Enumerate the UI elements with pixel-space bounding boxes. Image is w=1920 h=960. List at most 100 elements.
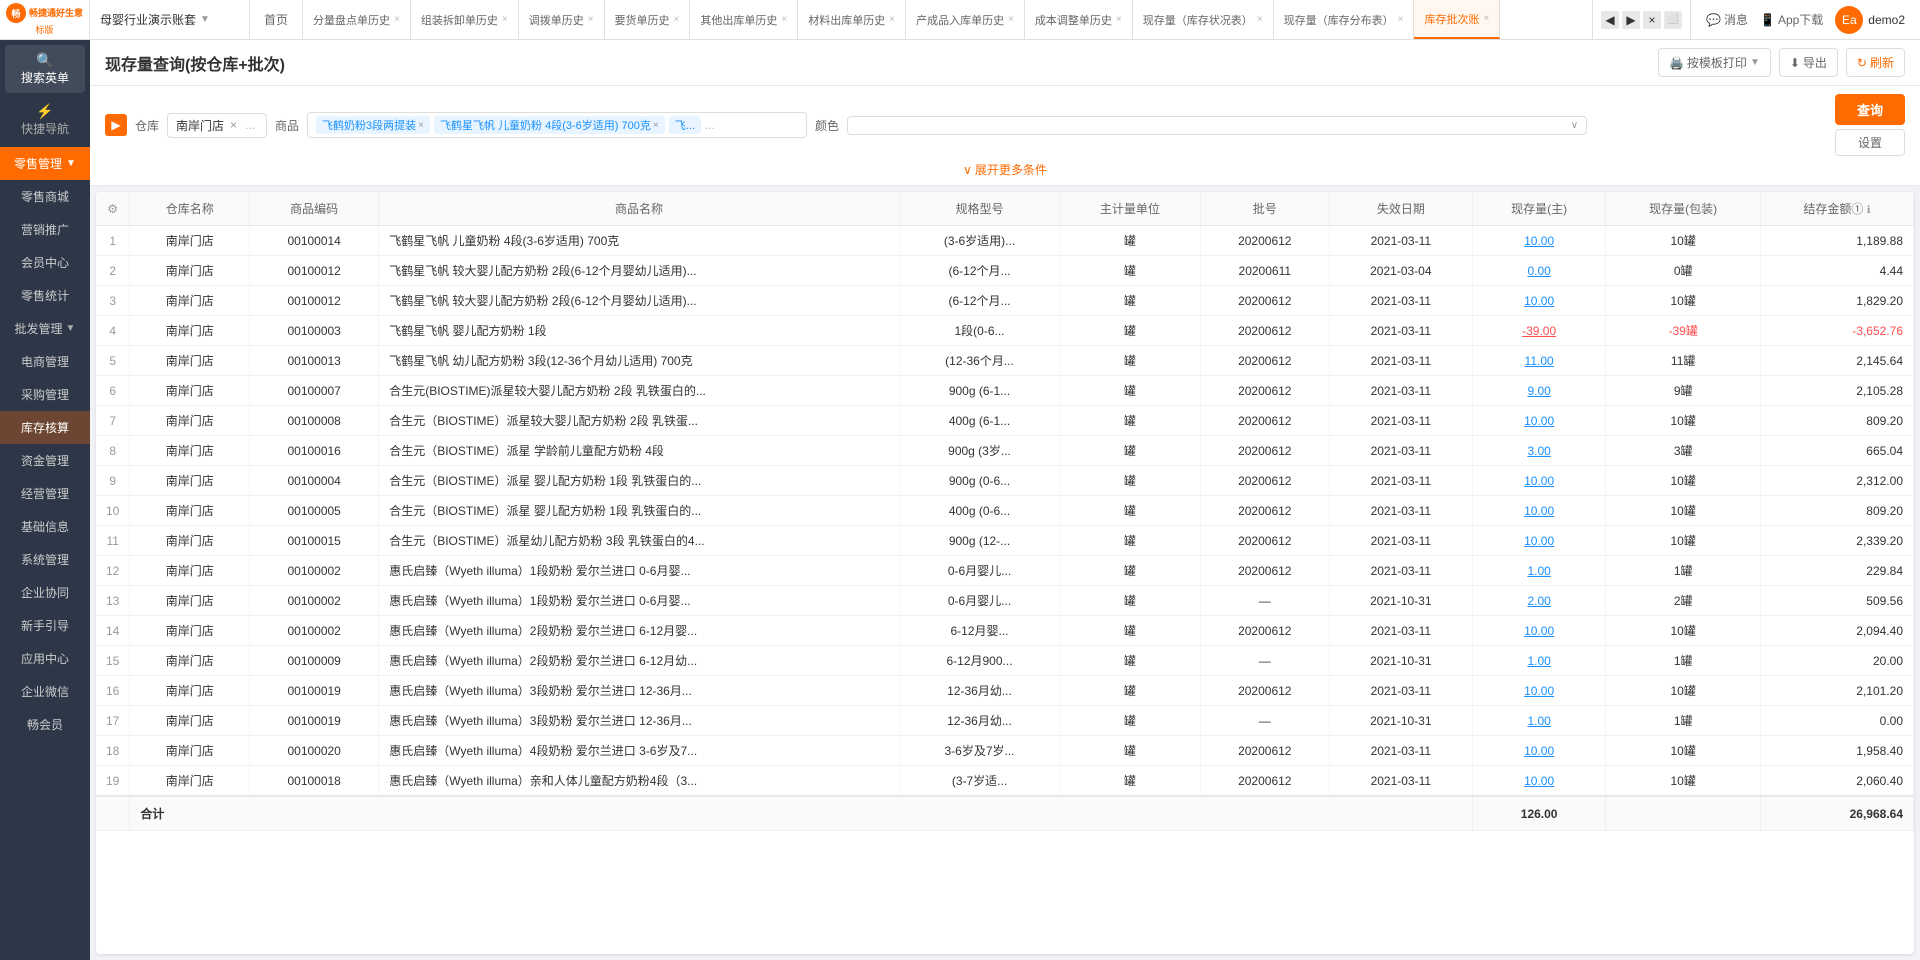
sidebar-item-enterprise[interactable]: 企业协同 [0,576,90,609]
row-qty-main[interactable]: 1.00 [1472,706,1606,736]
row-qty-main[interactable]: 10.00 [1472,496,1606,526]
row-code: 00100012 [250,256,379,286]
sidebar-item-basic[interactable]: 基础信息 [0,510,90,543]
goods-tag-1-close[interactable]: × [418,120,424,131]
page-header: 现存量查询(按仓库+批次) 🖨️ 按模板打印 ▼ ⬇ 导出 ↻ 刷新 [90,40,1920,86]
row-balance: 2,101.20 [1760,676,1913,706]
warehouse-filter-more[interactable]: ... [245,118,255,132]
row-qty-main[interactable]: 0.00 [1472,256,1606,286]
sidebar-item-purchase[interactable]: 采购管理 [0,378,90,411]
sidebar-item-member2[interactable]: 畅会员 [0,708,90,741]
tab-next-btn[interactable]: ▶ [1622,11,1640,29]
tab-split[interactable]: 分量盘点单历史 × [303,0,411,39]
row-balance: 1,829.20 [1760,286,1913,316]
goods-tag-1: 飞鹤奶粉3段两提装 × [316,116,430,134]
sidebar-item-finance[interactable]: 资金管理 [0,444,90,477]
row-qty-pkg: 10罐 [1606,496,1760,526]
tab-stock-status-close[interactable]: × [1257,14,1263,25]
sidebar-item-retail-shop[interactable]: 零售商城 [0,180,90,213]
table-row: 2 南岸门店 00100012 飞鹤星飞帆 较大婴儿配方奶粉 2段(6-12个月… [96,256,1914,286]
tab-product-in-close[interactable]: × [1008,14,1014,25]
row-qty-main[interactable]: 10.00 [1472,736,1606,766]
warehouse-filter-input[interactable]: 南岸门店 × ... [167,113,267,138]
sidebar-item-operation[interactable]: 经营管理 [0,477,90,510]
row-qty-main[interactable]: 1.00 [1472,646,1606,676]
row-qty-main[interactable]: 2.00 [1472,586,1606,616]
tab-close-all-btn[interactable]: × [1643,11,1661,29]
tab-require-close[interactable]: × [674,14,680,25]
row-name: 合生元（BIOSTIME）派星 婴儿配方奶粉 1段 乳铁蛋白的... [379,466,900,496]
tab-stock-status[interactable]: 现存量（库存状况表） × [1133,0,1274,39]
sidebar-item-guide[interactable]: 新手引导 [0,609,90,642]
tab-disassemble-close[interactable]: × [502,14,508,25]
sidebar-quick-nav[interactable]: ⚡ 快捷导航 [5,96,85,144]
filter-expand-nav[interactable]: ▶ [105,114,127,136]
color-filter-input[interactable]: ∨ [847,116,1587,135]
tab-batch-account[interactable]: 库存批次账 × [1414,0,1500,39]
sidebar-item-member[interactable]: 会员中心 [0,246,90,279]
balance-info-icon[interactable]: ℹ [1867,205,1871,216]
row-unit: 罐 [1060,766,1201,797]
goods-filter-input[interactable]: 飞鹤奶粉3段两提装 × 飞鹤星飞帆 儿童奶粉 4段(3-6岁适用) 700克 ×… [307,112,807,138]
query-btn[interactable]: 查询 [1835,94,1905,125]
export-btn[interactable]: ⬇ 导出 [1779,48,1838,77]
sidebar-item-wholesale[interactable]: 批发管理 ▼ [0,312,90,345]
row-qty-main[interactable]: 11.00 [1472,346,1606,376]
tab-split-close[interactable]: × [394,14,400,25]
sidebar-item-marketing[interactable]: 营销推广 [0,213,90,246]
row-qty-main[interactable]: 10.00 [1472,616,1606,646]
tab-product-in[interactable]: 产成品入库单历史 × [906,0,1025,39]
tab-stock-dist-close[interactable]: × [1398,14,1404,25]
tab-other-out[interactable]: 其他出库单历史 × [690,0,798,39]
row-index: 14 [96,616,130,646]
account-dropdown[interactable]: 母婴行业演示账套 ▼ [90,0,250,39]
tab-maximize-btn[interactable]: ⬜ [1664,11,1682,29]
app-download-btn[interactable]: 📱 App下载 [1760,11,1823,28]
tab-cost-adjust-close[interactable]: × [1116,14,1122,25]
template-print-btn[interactable]: 🖨️ 按模板打印 ▼ [1658,48,1771,77]
row-qty-main[interactable]: 10.00 [1472,286,1606,316]
sidebar-item-wechat[interactable]: 企业微信 [0,675,90,708]
tab-other-out-close[interactable]: × [781,14,787,25]
sidebar-item-ecommerce[interactable]: 电商管理 [0,345,90,378]
sidebar-item-appstore[interactable]: 应用中心 [0,642,90,675]
tab-cost-adjust[interactable]: 成本调整单历史 × [1025,0,1133,39]
row-qty-main[interactable]: 9.00 [1472,376,1606,406]
refresh-btn[interactable]: ↻ 刷新 [1846,48,1905,77]
sidebar-search[interactable]: 🔍 搜索英单 [5,45,85,93]
row-qty-main[interactable]: 3.00 [1472,436,1606,466]
tab-disassemble[interactable]: 组装拆卸单历史 × [411,0,519,39]
settings-btn[interactable]: 设置 [1835,129,1905,156]
logo-text-1: 畅捷通好生意 [29,8,83,19]
message-btn[interactable]: 💬 消息 [1706,11,1748,28]
sidebar-item-system[interactable]: 系统管理 [0,543,90,576]
row-qty-main[interactable]: 10.00 [1472,466,1606,496]
tab-material-out[interactable]: 材料出库单历史 × [798,0,906,39]
row-qty-main[interactable]: 10.00 [1472,526,1606,556]
row-unit: 罐 [1060,586,1201,616]
tab-prev-btn[interactable]: ◀ [1601,11,1619,29]
tab-material-out-close[interactable]: × [889,14,895,25]
row-qty-main[interactable]: 1.00 [1472,556,1606,586]
sidebar-item-inventory[interactable]: 库存核算 [0,411,90,444]
sidebar-item-retail-stat[interactable]: 零售统计 [0,279,90,312]
row-spec: 900g (6-1... [899,376,1059,406]
expand-conditions-btn[interactable]: ∨ 展开更多条件 [963,161,1047,178]
goods-filter-more[interactable]: ... [705,118,715,132]
user-area[interactable]: Ea demo2 [1835,6,1905,34]
tab-batch-account-close[interactable]: × [1483,13,1489,24]
tab-require[interactable]: 要货单历史 × [605,0,691,39]
goods-tag-2-close[interactable]: × [653,120,659,131]
sidebar-item-retail[interactable]: 零售管理 ▼ [0,147,90,180]
warehouse-filter-close[interactable]: × [230,118,237,132]
tab-stock-dist[interactable]: 现存量（库存分布表） × [1274,0,1415,39]
tab-home[interactable]: 首页 [250,0,303,39]
row-qty-main[interactable]: 10.00 [1472,406,1606,436]
row-qty-main[interactable]: 10.00 [1472,676,1606,706]
column-settings-icon[interactable]: ⚙ [107,202,118,216]
tab-pick[interactable]: 调拨单历史 × [519,0,605,39]
row-qty-main[interactable]: -39.00 [1472,316,1606,346]
row-qty-main[interactable]: 10.00 [1472,226,1606,256]
tab-pick-close[interactable]: × [588,14,594,25]
row-qty-main[interactable]: 10.00 [1472,766,1606,797]
